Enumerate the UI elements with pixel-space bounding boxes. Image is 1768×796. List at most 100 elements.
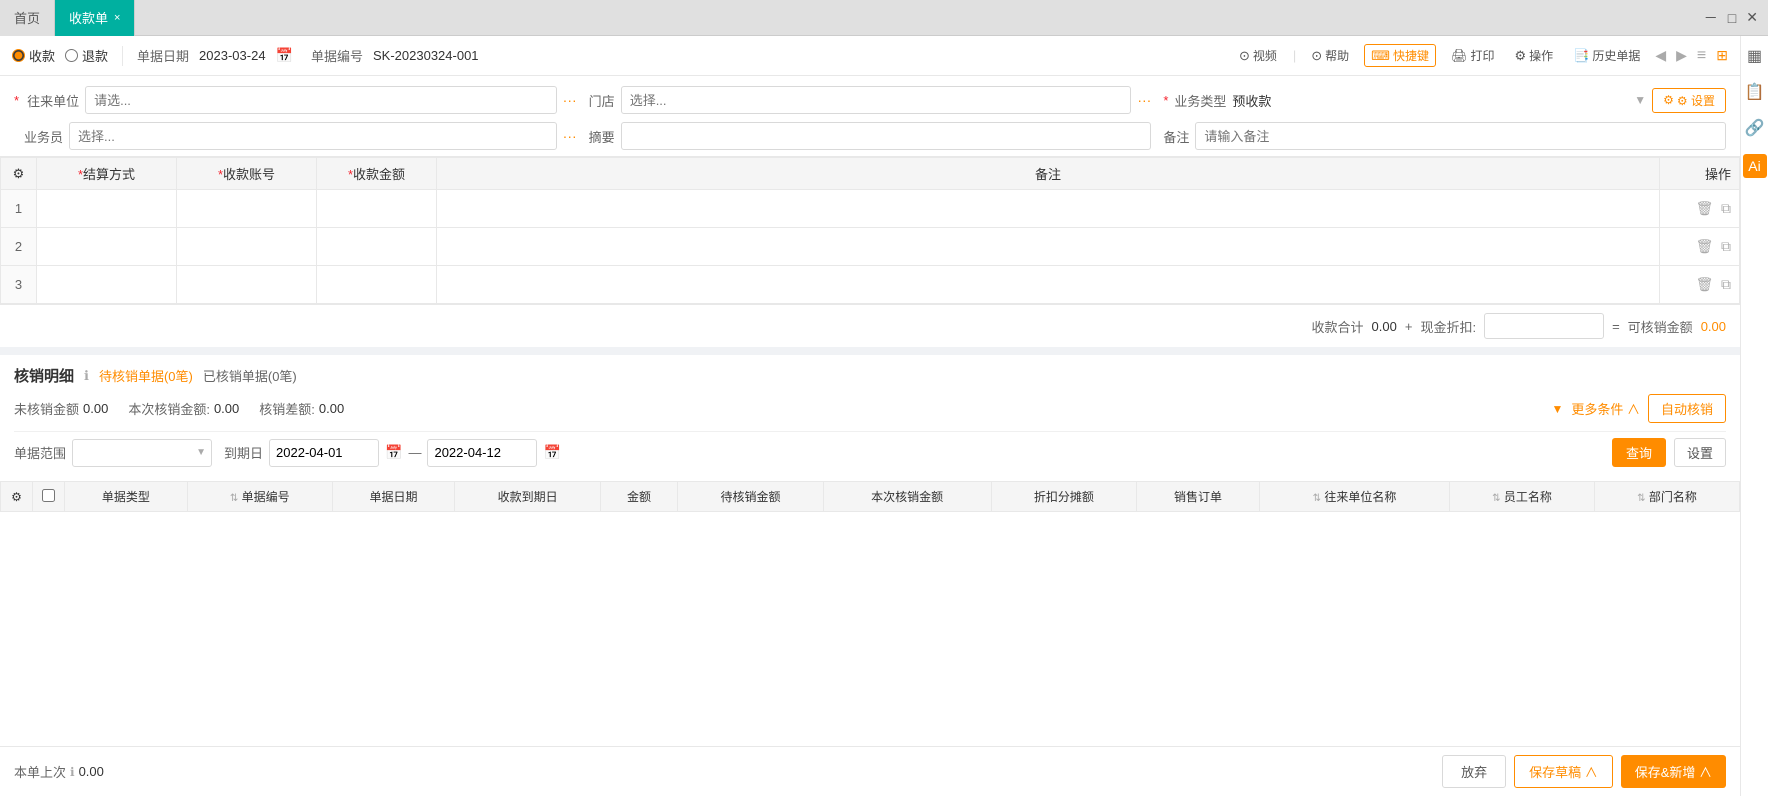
vcol-amount: 金额 xyxy=(600,482,677,512)
bottom-info-label: 本单上次 xyxy=(14,762,66,781)
summary-input[interactable] xyxy=(621,122,1152,150)
vcol-doc-date: 单据日期 xyxy=(332,482,455,512)
table-row: 3 🗑 ⧉ xyxy=(1,266,1740,304)
sidebar-table-icon[interactable]: ▦ xyxy=(1747,46,1762,66)
row-2-settlement[interactable] xyxy=(37,228,177,266)
close-icon[interactable]: ✕ xyxy=(1746,9,1758,26)
auto-verify-btn[interactable]: 自动核销 xyxy=(1648,394,1726,423)
print-btn[interactable]: 🖨 打印 xyxy=(1446,45,1500,66)
save-new-btn[interactable]: 保存&新增 ∧ xyxy=(1621,755,1726,788)
query-btn[interactable]: 查询 xyxy=(1612,438,1666,467)
row-2-amount[interactable] xyxy=(317,228,437,266)
col-gear[interactable]: ⚙ xyxy=(1,158,37,190)
col-settlement: *结算方式 xyxy=(37,158,177,190)
row-3-copy-icon[interactable]: ⧉ xyxy=(1721,276,1731,292)
row-3-delete-icon[interactable]: 🗑 xyxy=(1696,276,1714,292)
tab-close-icon[interactable]: × xyxy=(114,12,120,24)
operation-icon: ⚙ xyxy=(1514,48,1526,64)
business-type-arrow[interactable]: ▼ xyxy=(1634,93,1646,107)
tab-receipt[interactable]: 收款单 × xyxy=(55,0,135,36)
diff-label: 核销差额: xyxy=(259,399,315,418)
row-1-remark[interactable] xyxy=(437,190,1660,228)
pending-tab[interactable]: 待核销单据(0笔) xyxy=(99,366,193,385)
list-view-icon[interactable]: ≡ xyxy=(1697,47,1706,65)
store-more-icon[interactable]: ··· xyxy=(1137,92,1151,108)
remark-label: 备注 xyxy=(1163,127,1189,146)
row-1-account[interactable] xyxy=(177,190,317,228)
row-2-copy-icon[interactable]: ⧉ xyxy=(1721,238,1731,254)
store-input[interactable] xyxy=(621,86,1132,114)
available-label: 可核销金额 xyxy=(1628,317,1693,336)
counterpart-field-label: 往来单位 xyxy=(27,91,79,110)
sidebar-template-icon[interactable]: Ai xyxy=(1743,154,1767,178)
row-1-amount[interactable] xyxy=(317,190,437,228)
maximize-icon[interactable]: □ xyxy=(1728,10,1736,26)
remark-input[interactable] xyxy=(1195,122,1726,150)
done-tab[interactable]: 已核销单据(0笔) xyxy=(203,366,297,385)
col-amount: *收款金额 xyxy=(317,158,437,190)
range-select[interactable] xyxy=(72,439,212,467)
settings-gear-icon: ⚙ xyxy=(1663,93,1674,107)
calendar-to-icon[interactable]: 📅 xyxy=(543,444,560,461)
salesperson-input[interactable] xyxy=(69,122,557,150)
verify-setting-btn[interactable]: 设置 xyxy=(1674,438,1726,467)
business-type-value: 预收款 xyxy=(1232,91,1628,110)
more-conditions-btn[interactable]: 更多条件 ∧ xyxy=(1571,399,1640,418)
date-from-input[interactable] xyxy=(269,439,379,467)
calendar-from-icon[interactable]: 📅 xyxy=(385,444,402,461)
counterpart-more-icon[interactable]: ··· xyxy=(563,92,577,108)
salesperson-more-icon[interactable]: ··· xyxy=(563,128,577,144)
receipt-label: 收款 xyxy=(29,46,55,65)
table-settings-icon[interactable]: ⚙ xyxy=(13,166,25,181)
nav-next-icon[interactable]: ▶ xyxy=(1676,47,1687,64)
vcol-gear[interactable]: ⚙ xyxy=(1,482,33,512)
row-2-account[interactable] xyxy=(177,228,317,266)
date-to-input[interactable] xyxy=(427,439,537,467)
row-2-remark[interactable] xyxy=(437,228,1660,266)
radio-receipt[interactable]: 收款 xyxy=(12,46,55,65)
minimize-icon[interactable]: － xyxy=(1704,8,1718,28)
video-btn[interactable]: ⊙ 视频 xyxy=(1233,44,1283,67)
history-btn[interactable]: 📑 历史单据 xyxy=(1568,45,1645,66)
salesperson-label: 业务员 xyxy=(24,127,63,146)
row-2-delete-icon[interactable]: 🗑 xyxy=(1696,238,1714,254)
verify-info-icon[interactable]: ℹ xyxy=(84,368,89,384)
row-3-remark[interactable] xyxy=(437,266,1660,304)
row-1-copy-icon[interactable]: ⧉ xyxy=(1721,200,1731,216)
shortcut-btn[interactable]: ⌨ 快捷键 xyxy=(1364,44,1436,67)
vcol-dept: ⇅ 部门名称 xyxy=(1595,482,1740,512)
calendar-icon[interactable]: 📅 xyxy=(276,47,293,64)
nav-prev-icon[interactable]: ◀ xyxy=(1655,47,1666,64)
select-all-checkbox[interactable] xyxy=(42,489,55,502)
vcol-checkbox[interactable] xyxy=(33,482,65,512)
row-1-settlement[interactable] xyxy=(37,190,177,228)
video-icon: ⊙ xyxy=(1239,48,1250,64)
tab-home-label: 首页 xyxy=(14,8,40,27)
row-3-settlement[interactable] xyxy=(37,266,177,304)
help-btn[interactable]: ⊙ 帮助 xyxy=(1306,45,1354,66)
sidebar-book-icon[interactable]: 📋 xyxy=(1745,82,1765,102)
filter-icon: ▼ xyxy=(1551,402,1563,416)
tab-home[interactable]: 首页 xyxy=(0,0,55,36)
settings-button[interactable]: ⚙ ⚙ 设置 xyxy=(1652,88,1726,113)
row-1-delete-icon[interactable]: 🗑 xyxy=(1696,200,1714,216)
vtable-settings-icon[interactable]: ⚙ xyxy=(11,490,22,504)
counterpart-label: * xyxy=(14,93,19,108)
row-num-3: 3 xyxy=(1,266,37,304)
receipt-table: ⚙ *结算方式 *收款账号 *收款金额 备注 操作 xyxy=(0,157,1740,304)
row-3-account[interactable] xyxy=(177,266,317,304)
diff-value: 0.00 xyxy=(319,401,344,416)
equal-sign: = xyxy=(1612,319,1620,334)
counterpart-input[interactable] xyxy=(85,86,557,114)
row-3-amount[interactable] xyxy=(317,266,437,304)
radio-refund[interactable]: 退款 xyxy=(65,46,108,65)
grid-view-icon[interactable]: ⊞ xyxy=(1716,47,1728,64)
bottom-info-icon[interactable]: ℹ xyxy=(70,765,75,779)
operation-btn[interactable]: ⚙ 操作 xyxy=(1509,45,1558,66)
abandon-btn[interactable]: 放弃 xyxy=(1442,755,1506,788)
discount-input[interactable] xyxy=(1484,313,1604,339)
draft-btn[interactable]: 保存草稿 ∧ xyxy=(1514,755,1613,788)
sidebar-attach-icon[interactable]: 🔗 xyxy=(1745,118,1765,138)
bottom-info-value: 0.00 xyxy=(79,764,104,779)
table-row: 2 🗑 ⧉ xyxy=(1,228,1740,266)
